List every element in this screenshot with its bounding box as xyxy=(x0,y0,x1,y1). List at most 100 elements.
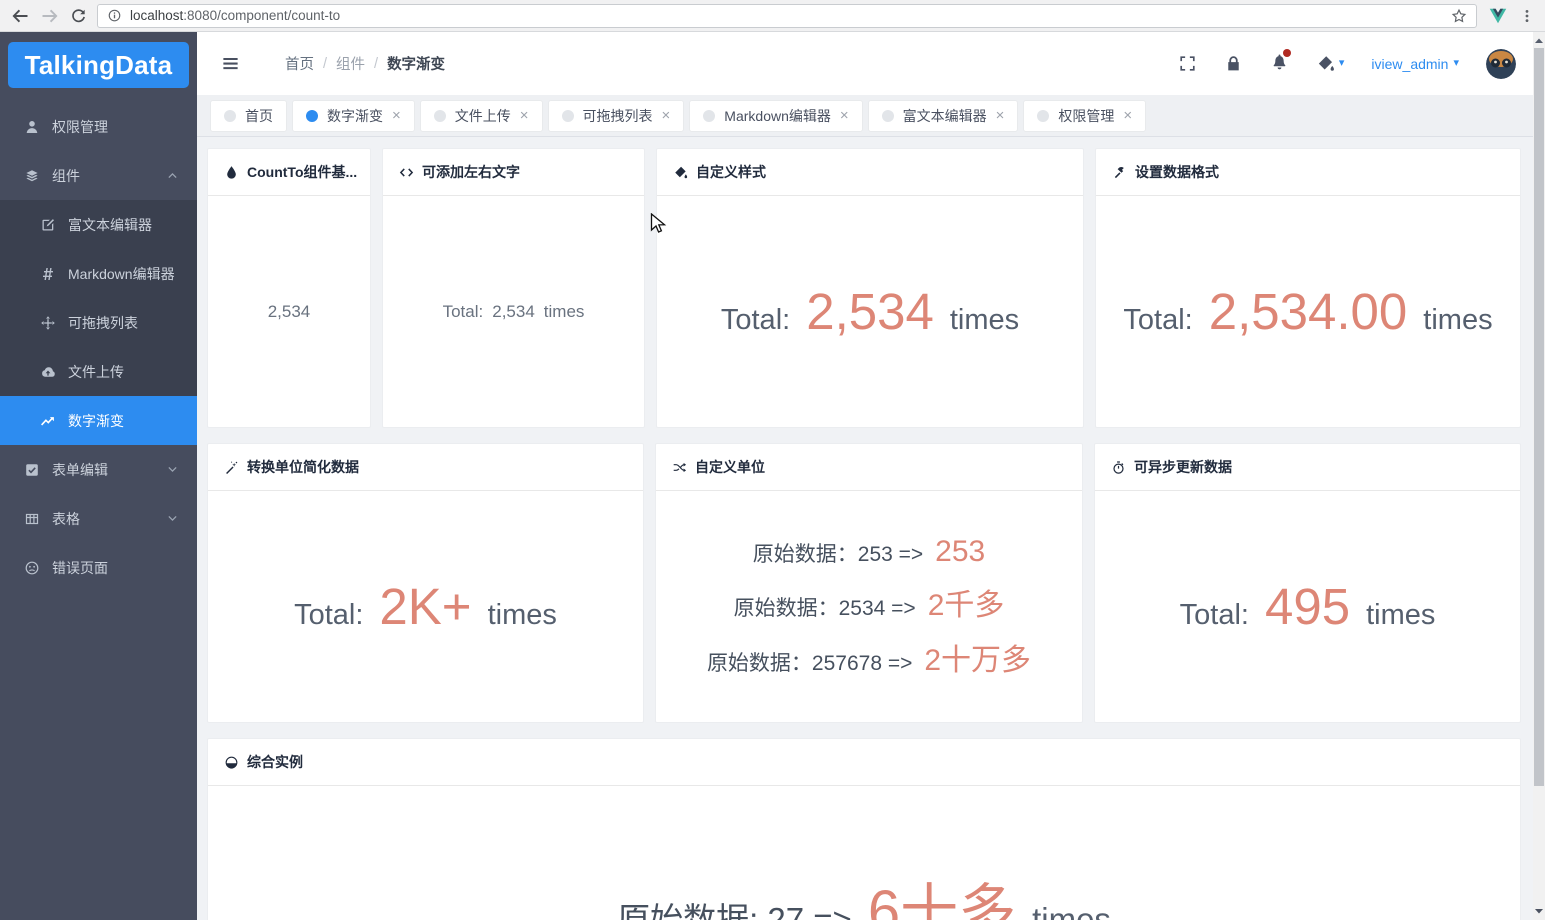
card-title: 自定义样式 xyxy=(696,164,766,180)
scrollbar-thumb[interactable] xyxy=(1534,48,1544,786)
address-bar[interactable]: localhost:8080/component/count-to xyxy=(97,3,1477,28)
sidebar-item-draggable[interactable]: 可拖拽列表 xyxy=(0,298,197,347)
paint-bucket-icon xyxy=(673,165,688,180)
tab-dot xyxy=(561,109,574,122)
combined-row: 原始数据: 27 => 6十多 times xyxy=(208,864,1520,920)
tab-dot xyxy=(703,109,716,122)
count-label: 原始数据: 27 => xyxy=(617,901,852,920)
hamburger-menu-icon[interactable] xyxy=(218,54,243,73)
card-title: 转换单位简化数据 xyxy=(247,459,359,475)
breadcrumb: 首页 / 组件 / 数字渐变 xyxy=(285,53,445,74)
refresh-icon[interactable] xyxy=(70,7,87,24)
card-countto-text: 可添加左右文字 Total: 2,534 times xyxy=(382,148,645,428)
tab-label: 权限管理 xyxy=(1058,107,1115,124)
tab-label: 可拖拽列表 xyxy=(582,107,653,124)
tab-label: 富文本编辑器 xyxy=(902,107,987,124)
sidebar-item-auth[interactable]: 权限管理 xyxy=(0,102,197,151)
components-submenu: 富文本编辑器 Markdown编辑器 可拖拽列表 文件上传 数字渐变 xyxy=(0,200,197,445)
theme-dropdown[interactable]: ▾ xyxy=(1316,54,1344,73)
breadcrumb-home[interactable]: 首页 xyxy=(285,53,314,74)
close-icon[interactable]: × xyxy=(840,108,849,123)
bookmark-star-icon[interactable] xyxy=(1451,8,1467,24)
tab-label: 数字渐变 xyxy=(327,107,383,124)
sidebar-item-components[interactable]: 组件 xyxy=(0,151,197,200)
vue-devtools-icon[interactable] xyxy=(1487,6,1509,26)
sidebar-item-table[interactable]: 表格 xyxy=(0,494,197,543)
tab-draggable[interactable]: 可拖拽列表 × xyxy=(547,99,685,132)
lock-icon[interactable] xyxy=(1224,54,1243,73)
unit-row: 原始数据：257678 => 2十万多 xyxy=(707,635,1031,679)
checkbox-icon xyxy=(24,462,40,478)
tab-auth[interactable]: 权限管理 × xyxy=(1023,99,1147,132)
fullscreen-icon[interactable] xyxy=(1178,54,1197,73)
sidebar-item-label: 可拖拽列表 xyxy=(68,314,138,331)
caret-down-icon: ▾ xyxy=(1453,57,1459,69)
move-arrows-icon xyxy=(40,315,56,331)
breadcrumb-separator: / xyxy=(374,55,379,72)
page-content: CountTo组件基... 2,534 可添加左右文字 Total: 2,534… xyxy=(197,137,1545,920)
back-icon[interactable] xyxy=(10,6,30,26)
sidebar-item-form[interactable]: 表单编辑 xyxy=(0,445,197,494)
user-dropdown[interactable]: iview_admin ▾ xyxy=(1371,56,1459,72)
count-suffix: times xyxy=(487,599,557,631)
unit-label: 原始数据：2534 => xyxy=(733,596,916,620)
sidebar-item-upload[interactable]: 文件上传 xyxy=(0,347,197,396)
browser-toolbar: localhost:8080/component/count-to xyxy=(0,0,1545,32)
forward-icon[interactable] xyxy=(40,6,60,26)
sidebar-item-label: 富文本编辑器 xyxy=(68,216,152,233)
chevron-up-icon xyxy=(166,169,179,182)
count-prefix: Total: xyxy=(294,599,364,631)
compose-icon xyxy=(40,217,56,233)
tab-home[interactable]: 首页 xyxy=(210,99,287,132)
card-title: 可异步更新数据 xyxy=(1134,459,1232,475)
tab-richtext[interactable]: 富文本编辑器 × xyxy=(867,99,1019,132)
close-icon[interactable]: × xyxy=(392,108,401,123)
count-value: 2,534 xyxy=(492,301,535,321)
breadcrumb-components[interactable]: 组件 xyxy=(336,53,365,74)
count-value: 6十多 xyxy=(867,879,1017,920)
count-value: 2K+ xyxy=(379,578,472,635)
notifications-button[interactable] xyxy=(1270,48,1291,76)
contrast-circle-icon xyxy=(224,755,239,770)
avatar[interactable] xyxy=(1486,48,1516,79)
card-countto-unit: 自定义单位 原始数据：253 => 253 原始数据：2534 => 2千多 原… xyxy=(655,443,1083,723)
card-countto-style: 自定义样式 Total: 2,534 times xyxy=(656,148,1084,428)
url-text[interactable]: localhost:8080/component/count-to xyxy=(130,8,340,23)
sidebar-item-label: Markdown编辑器 xyxy=(68,265,175,282)
scroll-up-icon[interactable] xyxy=(1533,34,1545,48)
tab-label: Markdown编辑器 xyxy=(724,107,831,124)
sidebar-item-label: 组件 xyxy=(52,167,80,184)
card-header: CountTo组件基... xyxy=(208,149,370,196)
close-icon[interactable]: × xyxy=(1123,108,1132,123)
sidebar-item-label: 错误页面 xyxy=(52,559,108,576)
sidebar-item-richtext[interactable]: 富文本编辑器 xyxy=(0,200,197,249)
page-scrollbar[interactable] xyxy=(1533,32,1545,920)
tab-markdown[interactable]: Markdown编辑器 × xyxy=(689,99,863,132)
scroll-down-icon[interactable] xyxy=(1533,904,1545,918)
breadcrumb-separator: / xyxy=(323,55,328,72)
tab-dot xyxy=(881,109,894,122)
browser-menu-icon[interactable] xyxy=(1519,7,1535,25)
close-icon[interactable]: × xyxy=(662,108,671,123)
card-title: 自定义单位 xyxy=(695,459,765,475)
card-title: 可添加左右文字 xyxy=(422,164,520,180)
sidebar-item-countto[interactable]: 数字渐变 xyxy=(0,396,197,445)
tag-nav-bar: 首页 数字渐变 × 文件上传 × 可拖拽列表 × Markdown编辑器 × 富… xyxy=(197,95,1545,137)
close-icon[interactable]: × xyxy=(520,108,529,123)
close-icon[interactable]: × xyxy=(996,108,1005,123)
header-actions: ▾ iview_admin ▾ xyxy=(1178,48,1516,79)
count-prefix: Total: xyxy=(1179,599,1249,631)
card-header: 可添加左右文字 xyxy=(383,149,644,196)
sidebar-item-error[interactable]: 错误页面 xyxy=(0,543,197,592)
sidebar-item-label: 数字渐变 xyxy=(68,412,124,429)
sidebar-item-markdown[interactable]: Markdown编辑器 xyxy=(0,249,197,298)
unit-row: 原始数据：2534 => 2千多 xyxy=(734,580,1005,624)
username: iview_admin xyxy=(1371,55,1449,72)
tab-upload[interactable]: 文件上传 × xyxy=(419,99,543,132)
card-header: 自定义样式 xyxy=(657,149,1083,196)
info-icon[interactable] xyxy=(107,8,122,23)
tab-dot xyxy=(433,109,446,122)
trending-up-icon xyxy=(40,413,56,429)
tab-countto[interactable]: 数字渐变 × xyxy=(292,99,415,132)
card-title: CountTo组件基... xyxy=(247,164,358,180)
